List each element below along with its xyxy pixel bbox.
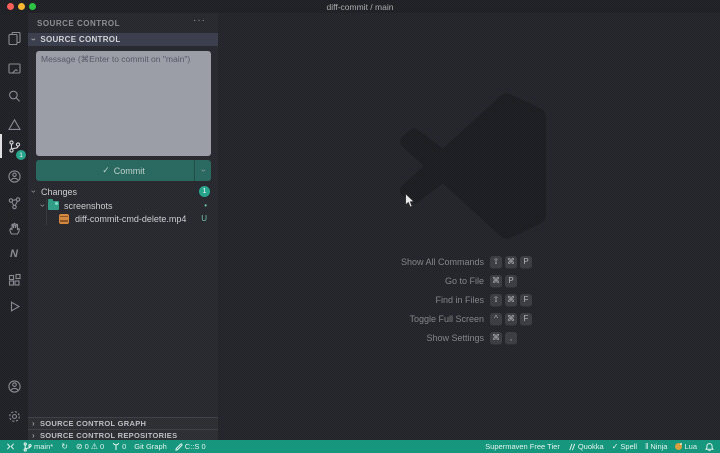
activity-bar: 1 N xyxy=(0,13,28,440)
source-control-badge: 1 xyxy=(16,150,26,160)
keycap: F xyxy=(520,312,532,326)
lua-item[interactable]: Lua xyxy=(675,442,697,451)
file-status-untracked: U xyxy=(201,214,207,223)
panel-title: SOURCE CONTROL xyxy=(37,18,120,28)
notifications-bell[interactable] xyxy=(705,442,714,452)
commit-message-input[interactable] xyxy=(36,51,211,156)
check-icon: ✓ xyxy=(102,165,110,175)
keycap: , xyxy=(505,331,517,345)
supermaven-item[interactable]: Supermaven Free Tier xyxy=(485,442,560,451)
keycap: P xyxy=(505,274,517,288)
warning-count: 0 xyxy=(99,442,105,451)
fork-counter-item[interactable]: 0 xyxy=(112,442,126,451)
git-graph-item[interactable]: Git Graph xyxy=(134,442,167,451)
chevron-right-icon: › xyxy=(32,418,35,428)
pencil-icon xyxy=(175,442,183,451)
folder-name: screenshots xyxy=(64,200,113,211)
check-icon: ✓ xyxy=(611,441,619,451)
tree-row-file[interactable]: diff-commit-cmd-delete.mp4 U xyxy=(28,212,218,225)
sync-button[interactable]: ↻ xyxy=(61,441,68,451)
search-icon[interactable] xyxy=(0,83,28,109)
git-branch-item[interactable]: main* xyxy=(23,441,54,452)
mp4-file-icon xyxy=(59,213,69,224)
spell-item[interactable]: ✓ Spell xyxy=(612,442,637,451)
keycap: ⇧ xyxy=(490,293,502,307)
ninja-icon[interactable]: N xyxy=(0,241,28,267)
codestats-count: C::S 0 xyxy=(184,442,206,451)
active-indicator xyxy=(0,134,2,158)
file-name: diff-commit-cmd-delete.mp4 xyxy=(75,213,187,224)
settings-gear-icon[interactable] xyxy=(0,403,28,429)
quokka-icon xyxy=(569,443,575,450)
shortcut-row: Go to File ⌘ P xyxy=(314,274,644,288)
title-bar: diff-commit / main xyxy=(0,0,720,13)
remote-indicator[interactable] xyxy=(6,442,15,451)
source-control-sidebar: SOURCE CONTROL ··· › SOURCE CONTROL ✓ Co… xyxy=(28,13,218,441)
mouse-cursor xyxy=(405,192,416,208)
folder-icon xyxy=(48,199,59,210)
status-bar: main* ↻ ⊘ 0 ⚠ 0 0 Git Graph C::S 0 Super… xyxy=(0,440,720,453)
hand-icon[interactable] xyxy=(0,215,28,241)
share-circles-icon[interactable] xyxy=(0,190,28,216)
error-icon: ⊘ xyxy=(75,441,83,451)
changes-label: Changes xyxy=(41,186,78,197)
account-globe-icon[interactable] xyxy=(0,163,28,189)
problems-item[interactable]: ⊘ 0 ⚠ 0 xyxy=(76,442,104,451)
keycap: ⌘ xyxy=(490,274,502,288)
explorer-icon[interactable] xyxy=(0,25,28,51)
vscode-window: diff-commit / main 1 N SOURCE CONTROL ··… xyxy=(0,0,720,453)
shortcut-row: Toggle Full Screen ^ ⌘ F xyxy=(314,312,644,326)
changes-count-badge: 1 xyxy=(199,186,210,197)
shortcut-row: Find in Files ⇧ ⌘ F xyxy=(314,293,644,307)
vscode-watermark-logo xyxy=(400,93,546,239)
lua-icon xyxy=(675,443,683,450)
branch-name: main* xyxy=(34,442,54,451)
chevron-right-icon: › xyxy=(32,430,35,440)
fork-count: 0 xyxy=(122,442,127,451)
ninja-status-item[interactable]: ‖ Ninja xyxy=(645,442,667,451)
account-icon[interactable] xyxy=(0,373,28,399)
window-title: diff-commit / main xyxy=(326,1,394,12)
watermark-shortcuts: Show All Commands ⇧ ⌘ P Go to File ⌘ P Find… xyxy=(314,255,644,351)
tree-row-folder[interactable]: › screenshots • xyxy=(28,199,218,212)
keycap: ⌘ xyxy=(490,331,502,345)
bell-icon xyxy=(705,442,714,451)
commit-dropdown-button[interactable]: › xyxy=(194,160,211,181)
run-task-icon[interactable] xyxy=(0,293,28,319)
codestats-item[interactable]: C::S 0 xyxy=(175,442,206,451)
keycap: ⇧ xyxy=(490,255,502,269)
fork-icon xyxy=(113,442,120,450)
branch-icon xyxy=(23,441,32,452)
panel-title-row: SOURCE CONTROL ··· xyxy=(28,13,218,33)
editor-area: Show All Commands ⇧ ⌘ P Go to File ⌘ P Find… xyxy=(218,13,720,440)
error-count: 0 xyxy=(84,442,89,451)
keycap: P xyxy=(520,255,532,269)
section-title: SOURCE CONTROL xyxy=(40,35,121,44)
keycap: ^ xyxy=(490,312,502,326)
section-header-source-control[interactable]: › SOURCE CONTROL xyxy=(28,33,218,46)
warning-icon: ⚠ xyxy=(90,441,98,451)
sync-icon: ↻ xyxy=(61,441,68,451)
extensions-icon[interactable] xyxy=(0,267,28,293)
chevron-down-icon: › xyxy=(29,37,40,42)
chevron-down-icon: › xyxy=(198,169,209,172)
commit-button[interactable]: ✓ Commit › xyxy=(36,160,211,181)
folder-status: • xyxy=(204,201,207,210)
editor-window-icon[interactable] xyxy=(0,55,28,81)
keycap: ⌘ xyxy=(505,312,517,326)
chevron-down-icon: › xyxy=(38,204,48,207)
keycap: ⌘ xyxy=(505,293,517,307)
quokka-item[interactable]: Quokka xyxy=(568,442,604,451)
section-source-control-graph[interactable]: › SOURCE CONTROL GRAPH xyxy=(28,417,218,429)
changes-header-row[interactable]: › Changes 1 xyxy=(28,185,218,198)
source-control-icon[interactable]: 1 xyxy=(0,133,28,160)
shortcut-row: Show All Commands ⇧ ⌘ P xyxy=(314,255,644,269)
pause-icon: ‖ xyxy=(645,441,649,451)
keycap: ⌘ xyxy=(505,255,517,269)
more-actions-icon[interactable]: ··· xyxy=(193,15,206,26)
keycap: F xyxy=(520,293,532,307)
chevron-down-icon: › xyxy=(29,190,39,193)
shortcut-row: Show Settings ⌘, xyxy=(314,331,644,345)
